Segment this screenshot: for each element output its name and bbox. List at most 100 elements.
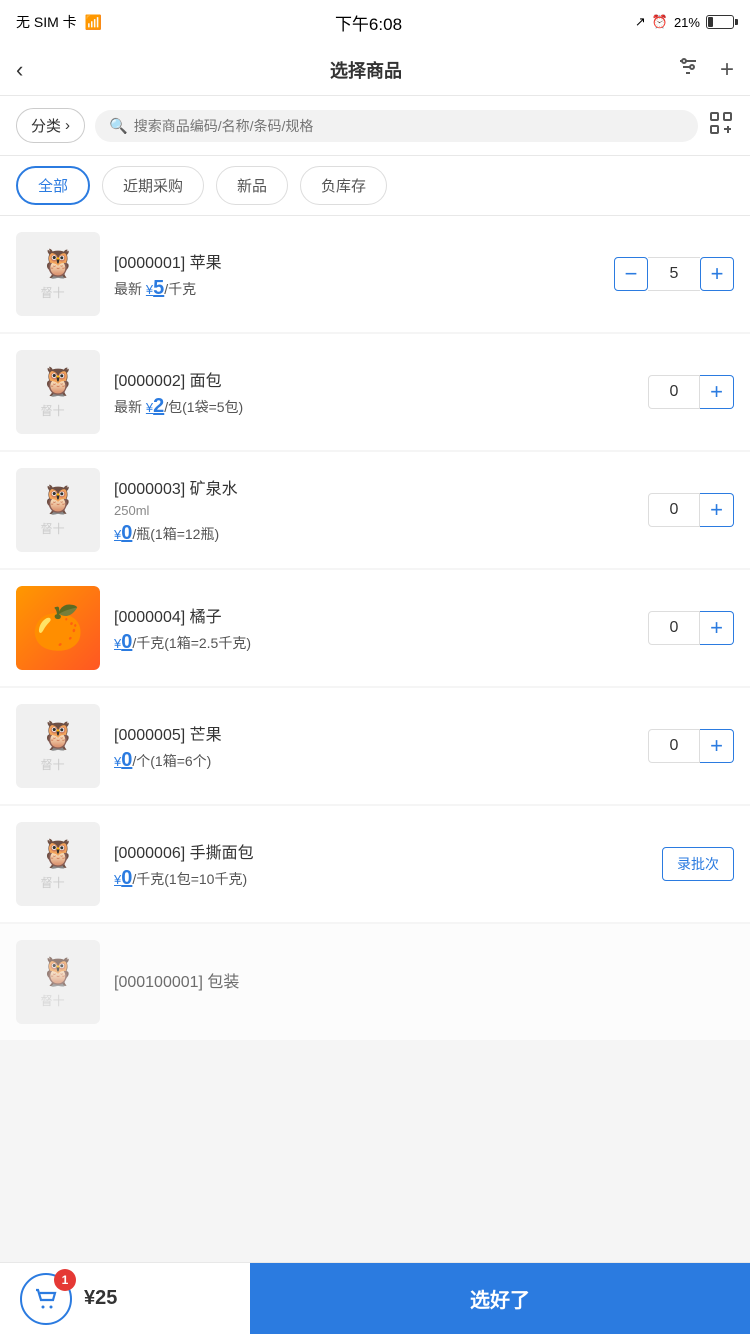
tab-recent-purchase[interactable]: 近期采购	[102, 166, 204, 205]
product-info: [0000005] 芒果 ¥0/个(1箱=6个)	[114, 721, 634, 772]
list-item: 🦉 督十 [0000003] 矿泉水 250ml ¥0/瓶(1箱=12瓶) +	[0, 452, 750, 568]
increment-button[interactable]: +	[700, 611, 734, 645]
product-name: [0000005] 芒果	[114, 721, 634, 745]
price-number: 0	[121, 522, 132, 544]
search-icon: 🔍	[109, 117, 128, 135]
confirm-button[interactable]: 选好了	[250, 1263, 750, 1334]
list-item: 🍊 [0000004] 橘子 ¥0/千克(1箱=2.5千克) +	[0, 570, 750, 686]
product-image: 🦉 督十	[16, 350, 100, 434]
scan-icon[interactable]	[708, 110, 734, 142]
add-button[interactable]: +	[720, 56, 734, 84]
list-item: 🦉 督十 [000100001] 包装	[0, 924, 750, 1040]
search-input[interactable]	[134, 118, 684, 134]
product-spec: 250ml	[114, 503, 634, 518]
product-info: [0000004] 橘子 ¥0/千克(1箱=2.5千克)	[114, 603, 634, 654]
quantity-control: − +	[614, 257, 734, 291]
status-left: 无 SIM 卡 📶	[16, 12, 102, 32]
increment-button[interactable]: +	[700, 493, 734, 527]
cart-icon	[33, 1286, 59, 1312]
price-number: 0	[121, 631, 132, 653]
brand-label: 督十	[41, 874, 76, 891]
product-name: [0000001] 苹果	[114, 249, 600, 273]
list-item: 🦉 督十 [0000006] 手撕面包 ¥0/千克(1包=10千克) 录批次	[0, 806, 750, 922]
battery-icon	[706, 15, 734, 29]
tab-new-products[interactable]: 新品	[216, 166, 288, 205]
price-number: 2	[153, 395, 164, 417]
status-time: 下午6:08	[335, 10, 402, 35]
placeholder-owl-icon: 🦉	[41, 483, 76, 517]
tab-negative-stock[interactable]: 负库存	[300, 166, 387, 205]
status-right: ↗ ⏰ 21%	[635, 14, 734, 30]
quantity-input[interactable]	[648, 493, 700, 527]
placeholder-owl-icon: 🦉	[41, 837, 76, 871]
product-price: ¥0/瓶(1箱=12瓶)	[114, 522, 634, 545]
product-image: 🦉 督十	[16, 232, 100, 316]
product-image: 🦉 督十	[16, 822, 100, 906]
page-title: 选择商品	[330, 57, 402, 83]
alarm-icon: ⏰	[652, 14, 668, 30]
brand-label: 督十	[41, 756, 76, 773]
placeholder-owl-icon: 🦉	[41, 365, 76, 399]
product-price: ¥0/个(1箱=6个)	[114, 749, 634, 772]
quantity-input[interactable]	[648, 257, 700, 291]
brand-label: 督十	[41, 520, 76, 537]
price-unit: /千克	[164, 281, 196, 297]
chevron-right-icon: ›	[65, 117, 70, 134]
product-info: [0000003] 矿泉水 250ml ¥0/瓶(1箱=12瓶)	[114, 475, 634, 545]
list-item: 🦉 督十 [0000005] 芒果 ¥0/个(1箱=6个) +	[0, 688, 750, 804]
cart-area: 1 ¥25	[0, 1273, 250, 1325]
price-unit: /千克(1箱=2.5千克)	[132, 635, 251, 651]
quantity-input[interactable]	[648, 729, 700, 763]
placeholder-owl-icon: 🦉	[41, 955, 76, 989]
price-unit: /个(1箱=6个)	[132, 753, 211, 769]
product-image: 🦉 督十	[16, 468, 100, 552]
product-price: 最新 ¥5/千克	[114, 277, 600, 300]
increment-button[interactable]: +	[700, 257, 734, 291]
increment-button[interactable]: +	[700, 729, 734, 763]
quantity-input[interactable]	[648, 611, 700, 645]
price-number: 0	[121, 749, 132, 771]
status-bar: 无 SIM 卡 📶 下午6:08 ↗ ⏰ 21%	[0, 0, 750, 44]
category-button[interactable]: 分类 ›	[16, 108, 85, 143]
brand-label: 督十	[41, 992, 76, 1009]
brand-label: 督十	[41, 402, 76, 419]
location-icon: ↗	[635, 14, 646, 30]
product-price: ¥0/千克(1包=10千克)	[114, 867, 648, 890]
product-name: [0000004] 橘子	[114, 603, 634, 627]
cart-button[interactable]: 1	[20, 1273, 72, 1325]
nav-bar: ‹ 选择商品 +	[0, 44, 750, 96]
wifi-icon: 📶	[85, 14, 102, 31]
filter-icon[interactable]	[676, 55, 700, 85]
product-image: 🦉 督十	[16, 704, 100, 788]
increment-button[interactable]: +	[700, 375, 734, 409]
price-prefix: 最新	[114, 399, 146, 415]
nav-actions: +	[676, 55, 734, 85]
product-list: 🦉 督十 [0000001] 苹果 最新 ¥5/千克 − + 🦉 督十 [000…	[0, 216, 750, 1122]
list-item: 🦉 督十 [0000002] 面包 最新 ¥2/包(1袋=5包) +	[0, 334, 750, 450]
product-image: 🍊	[16, 586, 100, 670]
tab-bar: 全部 近期采购 新品 负库存	[0, 156, 750, 216]
list-item: 🦉 督十 [0000001] 苹果 最新 ¥5/千克 − +	[0, 216, 750, 332]
quantity-control: +	[648, 611, 734, 645]
decrement-button[interactable]: −	[614, 257, 648, 291]
price-unit: /包(1袋=5包)	[164, 399, 243, 415]
price-prefix: 最新	[114, 281, 146, 297]
price-unit: /千克(1包=10千克)	[132, 871, 247, 887]
price-unit: /瓶(1箱=12瓶)	[132, 526, 219, 542]
orange-image: 🍊	[16, 586, 100, 670]
product-price: ¥0/千克(1箱=2.5千克)	[114, 631, 634, 654]
carrier-label: 无 SIM 卡	[16, 12, 77, 32]
battery-percent: 21%	[674, 15, 700, 30]
quantity-control: +	[648, 729, 734, 763]
quantity-input[interactable]	[648, 375, 700, 409]
product-name: [0000006] 手撕面包	[114, 839, 648, 863]
price-number: 0	[121, 867, 132, 889]
product-info: [0000001] 苹果 最新 ¥5/千克	[114, 249, 600, 300]
back-button[interactable]: ‹	[16, 57, 56, 83]
product-name: [0000003] 矿泉水	[114, 475, 634, 499]
product-name: [0000002] 面包	[114, 367, 634, 391]
product-name: [000100001] 包装	[114, 968, 734, 992]
quantity-control: +	[648, 375, 734, 409]
batch-button[interactable]: 录批次	[662, 847, 734, 881]
tab-all[interactable]: 全部	[16, 166, 90, 205]
